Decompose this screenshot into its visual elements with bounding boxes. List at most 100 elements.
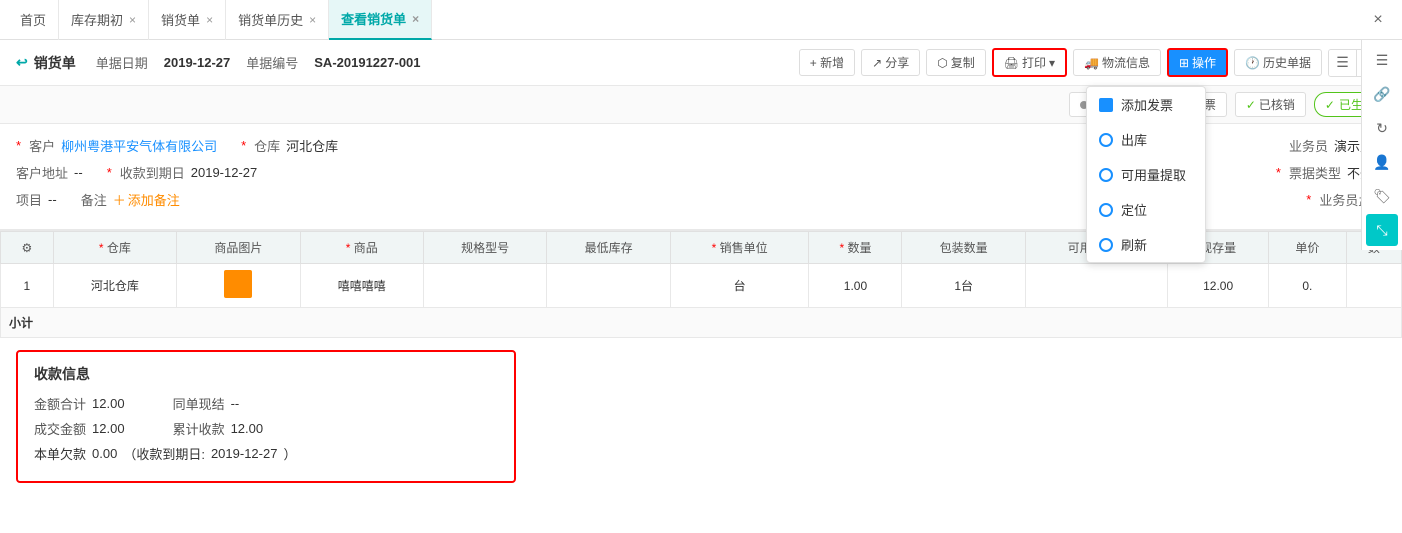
sidebar-detail-icon[interactable]: ☰	[1366, 44, 1398, 76]
tab-history-close[interactable]: ×	[309, 13, 316, 27]
tab-view-sales[interactable]: 查看销货单 ×	[329, 0, 432, 40]
sidebar-user-icon[interactable]: 👤	[1366, 146, 1398, 178]
share-icon: ↗	[872, 56, 882, 70]
cell-qty: 1.00	[809, 264, 902, 308]
available-qty-icon	[1099, 168, 1113, 182]
col-gear: ⚙	[1, 232, 54, 264]
tab-view-close[interactable]: ×	[412, 12, 419, 26]
header-toolbar: + 新增 ↗ 分享 ⬡ 复制 🖨 打印 ▾ 🚚 物流信息 ⊞ 操作	[799, 48, 1386, 77]
payment-row-2: 成交金额 12.00 累计收款 12.00	[34, 419, 498, 438]
col-unit: * 销售单位	[670, 232, 809, 264]
doc-icon: ↩	[16, 54, 28, 71]
refresh-icon	[1099, 238, 1113, 252]
table-row: 1 河北仓库 嘻嘻嘻嘻 台 1.00 1台 12.00 0.	[1, 264, 1402, 308]
due-note: （收款到期日:	[123, 444, 205, 463]
warehouse-field: * 仓库 河北仓库	[241, 136, 338, 155]
biz-staff-required: *	[1306, 192, 1311, 207]
customer-label: 客户	[29, 136, 55, 155]
project-value: --	[48, 192, 57, 207]
address-label: 客户地址	[16, 163, 68, 182]
customer-value[interactable]: 柳州粤港平安气体有限公司	[61, 136, 217, 155]
add-invoice-label: 添加发票	[1121, 95, 1173, 114]
share-button[interactable]: ↗ 分享	[861, 49, 920, 76]
total-amount-value: 12.00	[92, 396, 125, 411]
sidebar-expand-icon[interactable]: ⤡	[1366, 214, 1398, 246]
cell-pkg-qty: 1台	[902, 264, 1025, 308]
add-remark-label: 添加备注	[128, 190, 180, 209]
add-label: + 新增	[810, 54, 844, 71]
copy-label: 复制	[951, 54, 975, 71]
checked-label: 已核销	[1259, 96, 1295, 113]
operations-icon: ⊞	[1179, 56, 1189, 70]
dropdown-outbound[interactable]: 出库	[1087, 122, 1205, 157]
warehouse-label: 仓库	[254, 136, 280, 155]
dropdown-locate[interactable]: 定位	[1087, 192, 1205, 227]
cumulative-item: 累计收款 12.00	[173, 419, 264, 438]
dropdown-available-qty[interactable]: 可用量提取	[1087, 157, 1205, 192]
total-amount-item: 金额合计 12.00	[34, 394, 125, 413]
sidebar-link-icon[interactable]: 🔗	[1366, 78, 1398, 110]
col-min-stock: 最低库存	[547, 232, 670, 264]
payment-info-box: 收款信息 金额合计 12.00 同单现结 -- 成交金额 12.00 累计收款 …	[16, 350, 516, 483]
address-field: 客户地址 --	[16, 163, 83, 182]
print-label: 打印	[1022, 54, 1046, 71]
logistics-button[interactable]: 🚚 物流信息	[1073, 49, 1161, 76]
outbound-label: 出库	[1121, 130, 1147, 149]
tab-inventory-label: 库存期初	[71, 10, 123, 29]
share-label: 分享	[885, 54, 909, 71]
date-label: 单据日期	[96, 53, 148, 72]
transaction-value: 12.00	[92, 421, 125, 436]
tab-sales-close[interactable]: ×	[206, 13, 213, 27]
outbound-icon	[1099, 133, 1113, 147]
checked-button[interactable]: ✓ 已核销	[1235, 92, 1306, 117]
sidebar-sync-icon[interactable]: ↻	[1366, 112, 1398, 144]
view-list-button[interactable]: ☰	[1329, 50, 1357, 76]
tab-sales-label: 销货单	[161, 10, 200, 29]
tab-inventory-init[interactable]: 库存期初 ×	[59, 0, 149, 40]
tab-home-label: 首页	[20, 10, 46, 29]
sidebar-tag-icon[interactable]: 🏷	[1366, 180, 1398, 212]
add-button[interactable]: + 新增	[799, 49, 855, 76]
cell-min-stock	[547, 264, 670, 308]
arrears-label: 本单欠款	[34, 444, 86, 463]
print-button[interactable]: 🖨 打印 ▾	[992, 48, 1067, 77]
available-qty-label: 可用量提取	[1121, 165, 1186, 184]
same-order-item: 同单现结 --	[173, 394, 240, 413]
refresh-label: 刷新	[1121, 235, 1147, 254]
tab-inventory-close[interactable]: ×	[129, 13, 136, 27]
project-field: 项目 --	[16, 190, 57, 209]
logistics-icon: 🚚	[1084, 56, 1099, 70]
history-button[interactable]: 🕐 历史单据	[1234, 49, 1322, 76]
tab-sales-history[interactable]: 销货单历史 ×	[226, 0, 329, 40]
copy-button[interactable]: ⬡ 复制	[926, 49, 986, 76]
payment-title: 收款信息	[34, 364, 498, 384]
doc-title-section: ↩ 销货单	[16, 53, 76, 73]
tab-bar: 首页 库存期初 × 销货单 × 销货单历史 × 查看销货单 × ×	[0, 0, 1402, 40]
same-order-label: 同单现结	[173, 394, 225, 413]
staff-label: 业务员	[1289, 136, 1328, 155]
number-value: SA-20191227-001	[314, 55, 420, 70]
cumulative-value: 12.00	[231, 421, 264, 436]
checked-icon: ✓	[1246, 98, 1256, 112]
operations-label: 操作	[1192, 54, 1216, 71]
dropdown-add-invoice[interactable]: 添加发票	[1087, 87, 1205, 122]
cell-spec	[423, 264, 546, 308]
due-date-label: 收款到期日	[120, 163, 185, 182]
dropdown-refresh[interactable]: 刷新	[1087, 227, 1205, 262]
copy-icon: ⬡	[937, 56, 947, 70]
due-date-value: 2019-12-27	[191, 165, 258, 180]
product-image	[224, 270, 252, 298]
date-value: 2019-12-27	[164, 55, 231, 70]
tab-sales-order[interactable]: 销货单 ×	[149, 0, 226, 40]
customer-field: * 客户 柳州粤港平安气体有限公司	[16, 136, 217, 155]
logistics-label: 物流信息	[1102, 54, 1150, 71]
add-remark-button[interactable]: ＋ 添加备注	[113, 190, 180, 209]
operations-button[interactable]: ⊞ 操作	[1167, 48, 1228, 77]
cell-unit: 台	[670, 264, 809, 308]
cumulative-label: 累计收款	[173, 419, 225, 438]
print-icon: 🖨	[1004, 56, 1019, 70]
col-spec: 规格型号	[423, 232, 546, 264]
tab-home[interactable]: 首页	[8, 0, 59, 40]
operations-dropdown: 添加发票 出库 可用量提取 定位 刷新	[1086, 86, 1206, 263]
window-close-button[interactable]: ×	[1362, 4, 1394, 36]
